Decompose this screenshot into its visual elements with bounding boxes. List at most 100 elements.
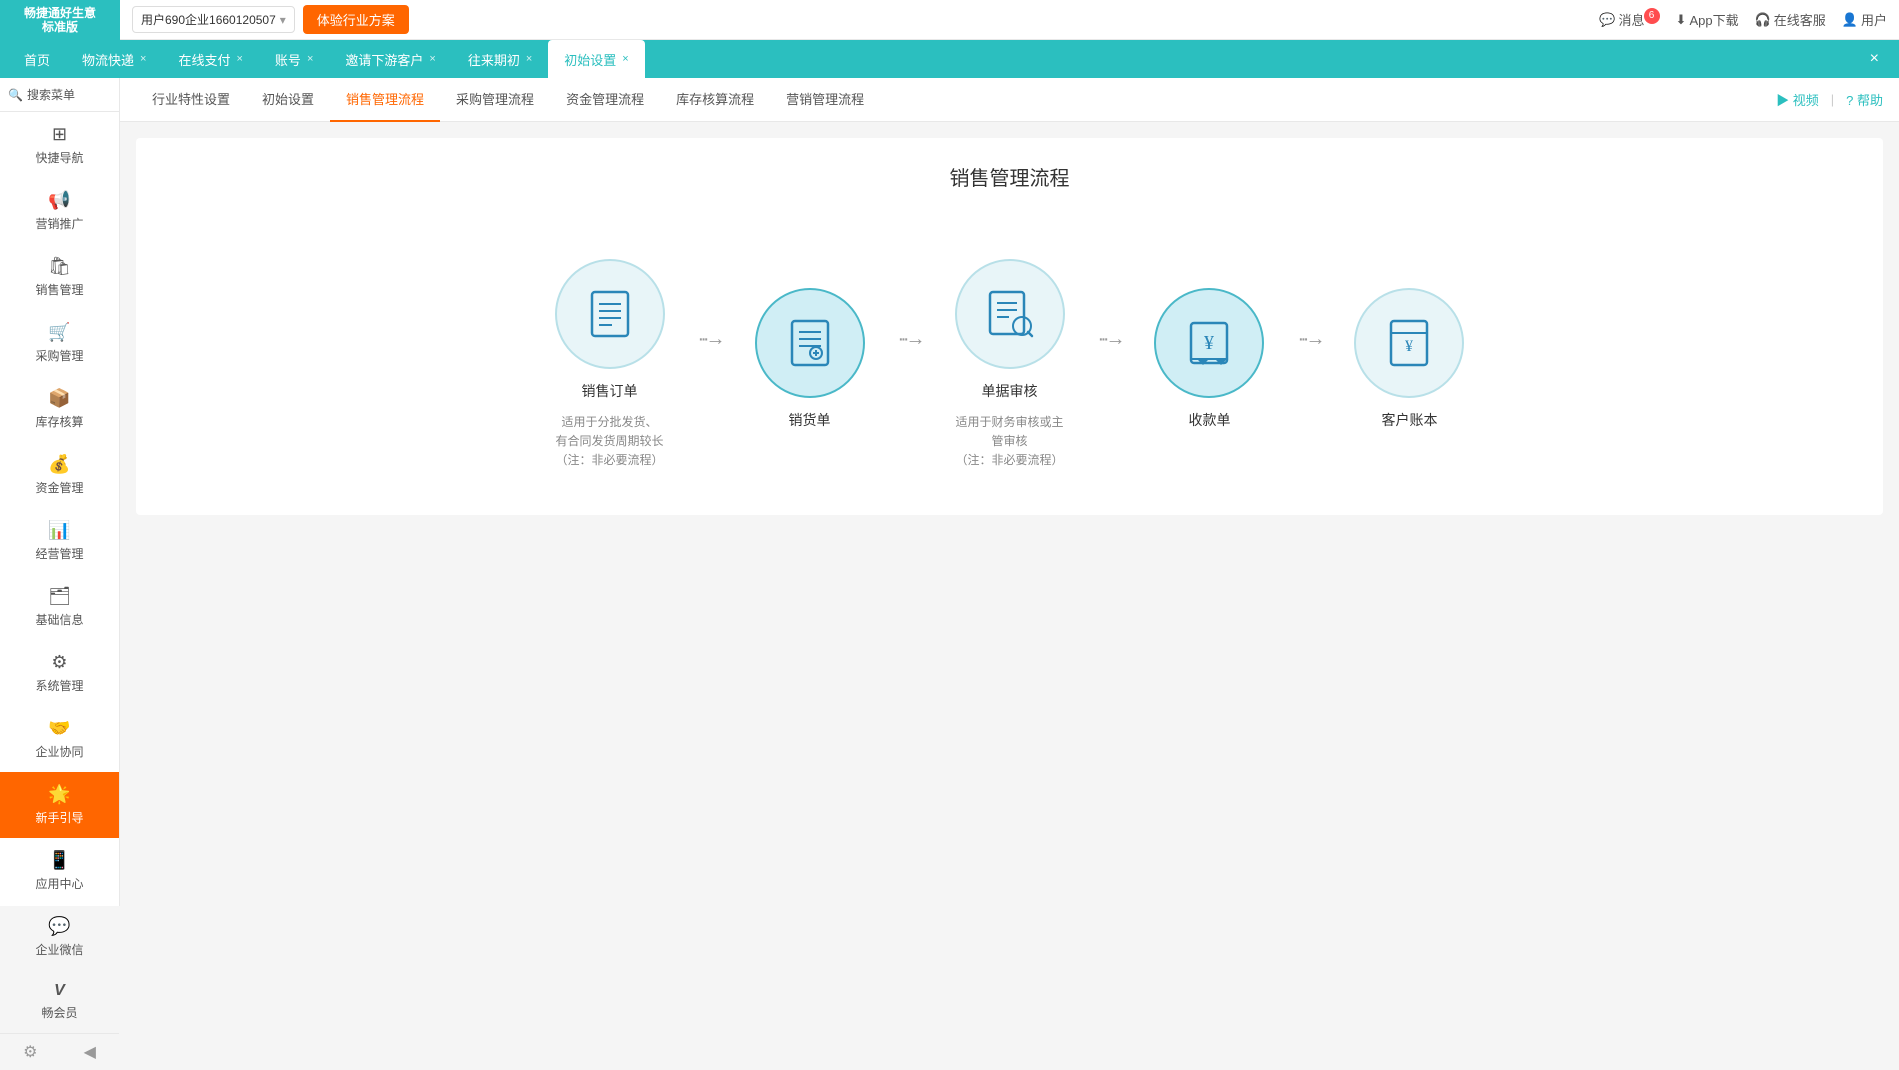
tab-home[interactable]: 首页	[8, 40, 66, 78]
avatar-icon: 👤	[1842, 12, 1858, 28]
sidebar-item-vip[interactable]: V 畅会员	[0, 970, 119, 1033]
sidebar-item-purchase[interactable]: 🛒 采购管理	[0, 310, 119, 376]
arrow-2: ···→	[898, 328, 922, 401]
user-name-label: 用户	[1861, 10, 1887, 29]
tab-payment[interactable]: 在线支付 ×	[162, 40, 258, 78]
sales-invoice-label: 销货单	[789, 410, 831, 430]
headset-icon: 🎧	[1755, 12, 1771, 28]
inventory-icon: 📦	[48, 388, 70, 409]
logo-text: 畅捷通好生意 标准版	[24, 6, 96, 35]
purchase-icon: 🛒	[48, 322, 70, 343]
quick-nav-icon: ⊞	[52, 124, 67, 145]
video-help-btn[interactable]: ▶ 视频	[1776, 90, 1819, 109]
sidebar-item-inventory[interactable]: 📦 库存核算	[0, 376, 119, 442]
tab-account[interactable]: 账号 ×	[259, 40, 329, 78]
top-bar-left: 用户690企业1660120507 ▾ 体验行业方案	[132, 5, 409, 34]
sidebar-item-label: 畅会员	[41, 1004, 77, 1021]
sales-order-label: 销售订单	[582, 381, 638, 401]
flow-item-sales-order: 销售订单 适用于分批发货、有合同发货周期较长（注：非必要流程）	[530, 259, 690, 471]
arrow-1: ···→	[698, 328, 722, 401]
sub-tab-industry[interactable]: 行业特性设置	[136, 78, 246, 122]
tab-init-close[interactable]: ×	[622, 53, 628, 65]
sub-tab-inventory-flow[interactable]: 库存核算流程	[660, 78, 770, 122]
user-avatar-btn[interactable]: 👤 用户	[1842, 10, 1887, 29]
appcenter-icon: 📱	[48, 850, 70, 871]
trial-button[interactable]: 体验行业方案	[303, 5, 409, 34]
svg-text:¥: ¥	[1204, 332, 1214, 354]
sidebar-item-basic[interactable]: 🗂 基础信息	[0, 574, 119, 640]
vip-icon: V	[54, 982, 65, 1000]
logo-line2: 标准版	[24, 20, 96, 34]
tab-logistics-label: 物流快递	[82, 50, 134, 69]
sub-tab-purchase-flow[interactable]: 采购管理流程	[440, 78, 550, 122]
sidebar-item-label: 企业微信	[35, 941, 83, 958]
dropdown-caret-icon: ▾	[280, 13, 286, 27]
help-btn[interactable]: ? 帮助	[1846, 90, 1883, 109]
sub-tab-finance-flow[interactable]: 资金管理流程	[550, 78, 660, 122]
flow-item-sales-invoice: 销货单	[730, 288, 890, 442]
sidebar-item-wechat[interactable]: 💬 企业微信	[0, 904, 119, 970]
tab-period-close[interactable]: ×	[526, 53, 532, 65]
top-bar-right: 💬 消息 6 ⬇ App下载 🎧 在线客服 👤 用户	[1599, 10, 1887, 29]
arrow-4: ···→	[1297, 328, 1321, 401]
msg-badge: 6	[1644, 8, 1660, 24]
app-download-btn[interactable]: ⬇ App下载	[1676, 10, 1739, 29]
sidebar-item-quick-nav[interactable]: ⊞ 快捷导航	[0, 112, 119, 178]
download-icon: ⬇	[1676, 12, 1687, 28]
tab-invite-label: 邀请下游客户	[345, 50, 423, 69]
tab-init-settings[interactable]: 初始设置 ×	[548, 40, 644, 78]
ops-icon: 📊	[48, 520, 70, 541]
tab-account-close[interactable]: ×	[307, 53, 313, 65]
page-content: 销售管理流程 销售订单 适用于分批发货、有合同	[136, 138, 1883, 515]
search-icon: 🔍	[8, 88, 23, 102]
sub-tabs-left: 行业特性设置 初始设置 销售管理流程 采购管理流程 资金管理流程 库存核算流程	[136, 78, 880, 122]
sales-icon: 🛍	[48, 256, 71, 277]
sales-order-circle	[555, 259, 665, 369]
tab-invite-close[interactable]: ×	[429, 53, 435, 65]
sidebar-search[interactable]: 🔍 搜索菜单	[0, 78, 119, 112]
sales-invoice-circle	[755, 288, 865, 398]
sidebar-item-finance[interactable]: 💰 资金管理	[0, 442, 119, 508]
flow-diagram: 销售订单 适用于分批发货、有合同发货周期较长（注：非必要流程） ···→	[168, 239, 1851, 491]
sub-tab-marketing-flow[interactable]: 营销管理流程	[770, 78, 880, 122]
content-area: 行业特性设置 初始设置 销售管理流程 采购管理流程 资金管理流程 库存核算流程	[120, 78, 1899, 906]
audit-desc: 适用于财务审核或主管审核（注：非必要流程）	[955, 413, 1063, 471]
tab-period[interactable]: 往来期初 ×	[452, 40, 548, 78]
help-icon: ?	[1846, 93, 1853, 108]
sidebar-item-appcenter[interactable]: 📱 应用中心	[0, 838, 119, 904]
sidebar-item-system[interactable]: ⚙ 系统管理	[0, 640, 119, 706]
msg-icon: 💬	[1599, 12, 1615, 28]
receipt-label: 收款单	[1188, 410, 1230, 430]
sidebar: 🔍 搜索菜单 ⊞ 快捷导航 📢 营销推广 🛍 销售管理 🛒 采购管理 📦 库存核…	[0, 78, 120, 906]
header-row: 畅捷通好生意 标准版 用户690企业1660120507 ▾ 体验行业方案 💬 …	[0, 0, 1899, 40]
sub-tab-sales-flow[interactable]: 销售管理流程	[330, 78, 440, 122]
tab-period-label: 往来期初	[468, 50, 520, 69]
sidebar-item-newguide[interactable]: 🌟 新手引导	[0, 772, 119, 838]
wechat-icon: 💬	[48, 916, 70, 937]
sidebar-item-label: 经营管理	[35, 545, 83, 562]
tab-payment-close[interactable]: ×	[236, 53, 242, 65]
settings-btn[interactable]: ⚙	[23, 1042, 37, 1062]
nav-close-btn[interactable]: ×	[1858, 50, 1891, 68]
tab-logistics-close[interactable]: ×	[140, 53, 146, 65]
collapse-btn[interactable]: ◀	[84, 1042, 96, 1062]
sidebar-item-label: 销售管理	[35, 281, 83, 298]
sidebar-item-sales[interactable]: 🛍 销售管理	[0, 244, 119, 310]
tab-logistics[interactable]: 物流快递 ×	[66, 40, 162, 78]
sidebar-item-label: 采购管理	[35, 347, 83, 364]
sub-tab-init[interactable]: 初始设置	[246, 78, 330, 122]
ledger-label: 客户账本	[1381, 410, 1437, 430]
tab-invite[interactable]: 邀请下游客户 ×	[329, 40, 451, 78]
page-title: 销售管理流程	[168, 162, 1851, 191]
msg-btn[interactable]: 💬 消息 6	[1599, 10, 1659, 29]
sidebar-item-enterprise[interactable]: 🤝 企业协同	[0, 706, 119, 772]
newguide-icon: 🌟	[48, 784, 70, 805]
sidebar-item-ops[interactable]: 📊 经营管理	[0, 508, 119, 574]
user-select[interactable]: 用户690企业1660120507 ▾	[132, 6, 295, 33]
online-service-btn[interactable]: 🎧 在线客服	[1755, 10, 1826, 29]
sidebar-search-label: 搜索菜单	[27, 86, 75, 103]
system-icon: ⚙	[51, 652, 67, 673]
user-label: 用户690企业1660120507	[141, 11, 276, 28]
sidebar-item-marketing[interactable]: 📢 营销推广	[0, 178, 119, 244]
sidebar-bottom: ⚙ ◀	[0, 1033, 119, 1070]
